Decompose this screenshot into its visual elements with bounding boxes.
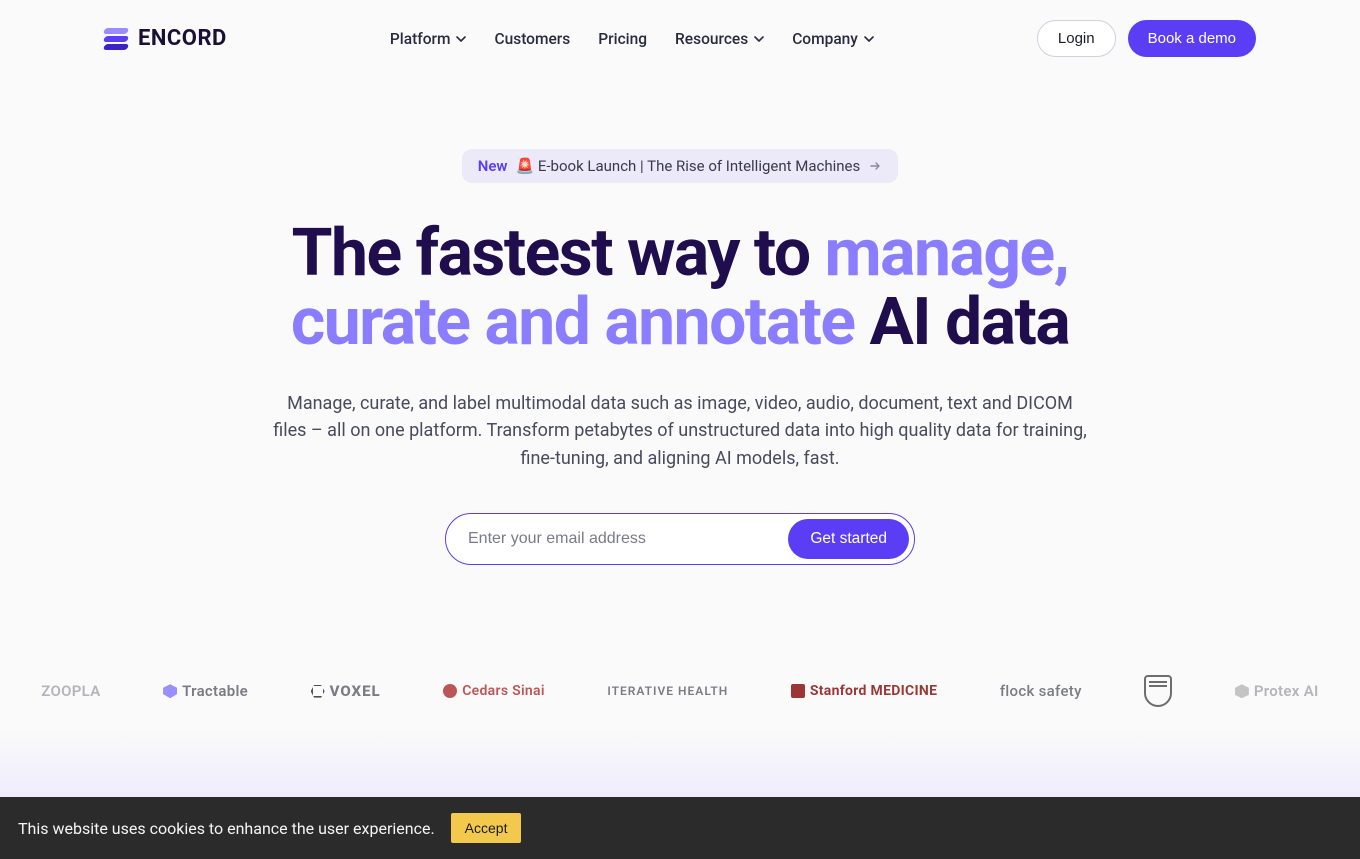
email-capture-form: Get started [445, 513, 915, 565]
announcement-badge: New [478, 157, 508, 175]
client-logo-protex: Protex AI [1235, 682, 1319, 700]
hexagon-icon [311, 684, 325, 698]
headline-post: AI data [855, 284, 1070, 361]
arrow-right-icon [868, 159, 882, 173]
chevron-down-icon [456, 34, 466, 44]
get-started-button[interactable]: Get started [788, 519, 909, 559]
client-logo-voxel: VOXEL [311, 682, 381, 700]
announcement-pill[interactable]: New 🚨 E-book Launch | The Rise of Intell… [462, 149, 899, 183]
client-logo-flock: flock safety [1000, 682, 1082, 700]
nav-item-platform[interactable]: Platform [390, 30, 467, 48]
nav-label: Company [792, 30, 858, 48]
cube-icon [1235, 684, 1249, 698]
nav-label: Customers [494, 30, 570, 48]
client-logo-tractable: Tractable [163, 682, 248, 700]
nav-item-pricing[interactable]: Pricing [598, 30, 647, 48]
tree-icon [791, 684, 805, 698]
client-logo-iterative: ITERATIVE HEALTH [607, 684, 728, 698]
email-input[interactable] [468, 530, 788, 548]
nav-item-company[interactable]: Company [792, 30, 874, 48]
nav-item-resources[interactable]: Resources [675, 30, 764, 48]
headline-pre: The fastest way to [292, 215, 825, 292]
cookie-text: This website uses cookies to enhance the… [18, 819, 435, 838]
bottom-gradient [0, 730, 1360, 800]
philips-shield-icon [1144, 675, 1172, 707]
shield-icon [163, 684, 177, 698]
client-logo-zoopla: ZOOPLA [41, 682, 100, 700]
brand-name: eNCORD [138, 26, 227, 51]
chevron-down-icon [864, 34, 874, 44]
announcement-text: 🚨 E-book Launch | The Rise of Intelligen… [515, 157, 860, 175]
nav-actions: Login Book a demo [1037, 20, 1256, 57]
nav-label: Resources [675, 30, 748, 48]
navbar: eNCORD Platform Customers Pricing Resour… [80, 0, 1280, 77]
client-logo-strip: ZOOPLA Tractable VOXEL Cedars Sinai ITER… [0, 675, 1360, 707]
client-logo-stanford: Stanford MEDICINE [791, 683, 937, 699]
swirl-icon [443, 684, 457, 698]
nav-label: Pricing [598, 30, 647, 48]
cookie-banner: This website uses cookies to enhance the… [0, 797, 1360, 859]
chevron-down-icon [754, 34, 764, 44]
hero-headline: The fastest way to manage, curate and an… [224, 219, 1136, 358]
book-demo-button[interactable]: Book a demo [1128, 20, 1256, 57]
nav-label: Platform [390, 30, 451, 48]
brand-logo[interactable]: eNCORD [104, 26, 227, 52]
hero-subtitle: Manage, curate, and label multimodal dat… [270, 390, 1090, 474]
login-button[interactable]: Login [1037, 20, 1116, 57]
nav-item-customers[interactable]: Customers [494, 30, 570, 48]
logo-mark-icon [104, 26, 130, 52]
nav-links: Platform Customers Pricing Resources Com… [390, 30, 874, 48]
hero: New 🚨 E-book Launch | The Rise of Intell… [200, 149, 1160, 565]
cookie-accept-button[interactable]: Accept [451, 813, 522, 843]
client-logo-cedars: Cedars Sinai [443, 683, 545, 699]
client-logo-philips [1144, 675, 1172, 707]
